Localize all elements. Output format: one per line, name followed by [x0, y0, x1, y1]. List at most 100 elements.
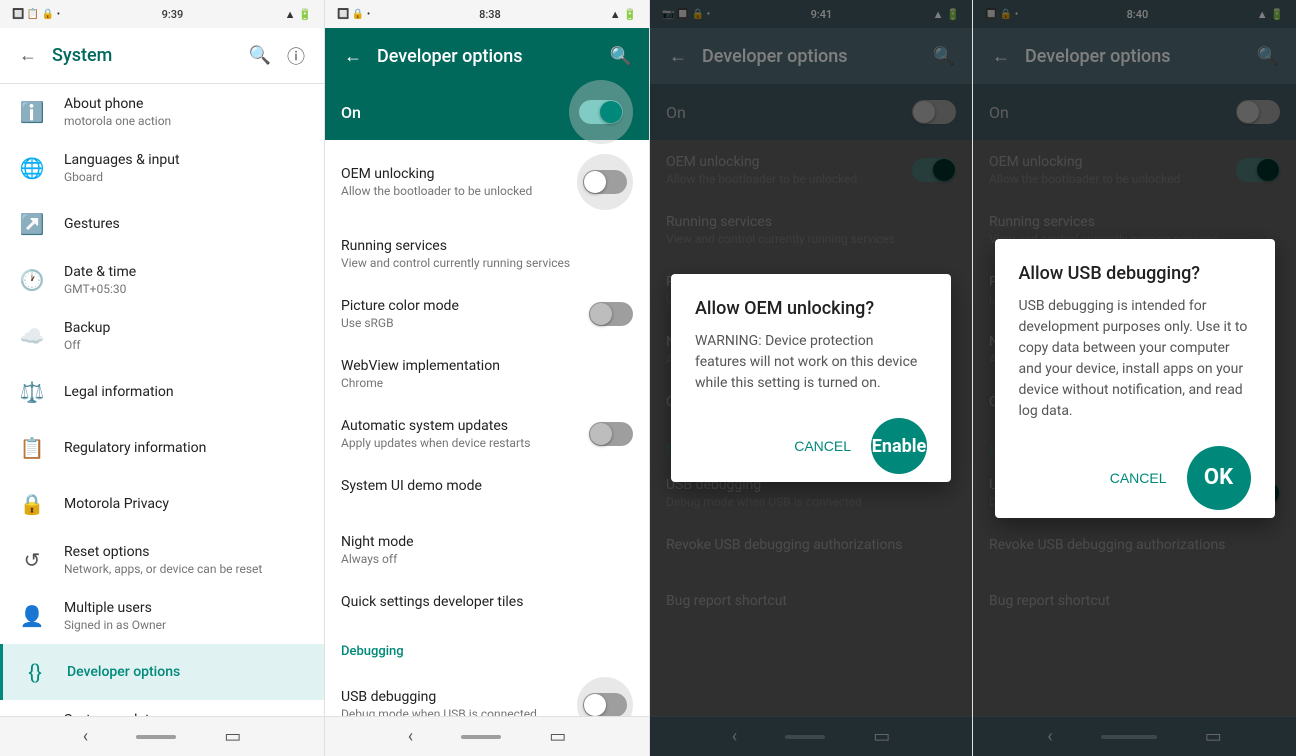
dialog-oem-body: WARNING: Device protection features will… [695, 331, 927, 394]
updates-title: System updates [64, 712, 308, 716]
oem-toggle-thumb [584, 171, 606, 193]
oem-toggle-highlight [577, 154, 633, 210]
legal-icon: ⚖️ [16, 376, 48, 408]
page-title-dev: Developer options [377, 46, 597, 67]
dialog-oem: Allow OEM unlocking? WARNING: Device pro… [671, 274, 951, 482]
night-mode-subtitle: Always off [341, 552, 633, 566]
list-item-backup[interactable]: ☁️ Backup Off [0, 308, 324, 364]
ui-demo-title: System UI demo mode [341, 478, 633, 494]
backup-icon: ☁️ [16, 320, 48, 352]
list-item-legal[interactable]: ⚖️ Legal information [0, 364, 324, 420]
dialog-overlay-oem: Allow OEM unlocking? WARNING: Device pro… [650, 0, 972, 756]
dialog-oem-confirm-label: Enable [872, 436, 926, 457]
dialog-oem-cancel[interactable]: Cancel [782, 418, 863, 474]
developer-icon: {} [19, 656, 51, 688]
nav-back-2[interactable]: ‹ [408, 726, 413, 747]
dev-night-mode[interactable]: Night mode Always off [325, 520, 649, 580]
usb-debug-subtitle: Debug mode when USB is connected [341, 707, 537, 716]
dev-running-services[interactable]: Running services View and control curren… [325, 224, 649, 284]
privacy-icon: 🔒 [16, 488, 48, 520]
list-item-users[interactable]: 👤 Multiple users Signed in as Owner [0, 588, 324, 644]
nav-home-1[interactable] [136, 735, 176, 739]
oem-toggle[interactable] [583, 170, 627, 194]
usb-toggle-container[interactable] [577, 677, 633, 716]
languages-subtitle: Gboard [64, 170, 308, 184]
nav-back-1[interactable]: ‹ [83, 726, 88, 747]
list-item-developer[interactable]: {} Developer options [0, 644, 324, 700]
dialog-usb: Allow USB debugging? USB debugging is in… [995, 239, 1275, 518]
languages-title: Languages & input [64, 152, 308, 168]
backup-title: Backup [64, 320, 308, 336]
topbar-dev-base: ← Developer options 🔍 [325, 28, 649, 84]
dialog-oem-actions: Cancel Enable [695, 410, 927, 474]
running-subtitle: View and control currently running servi… [341, 256, 633, 270]
users-title: Multiple users [64, 600, 308, 616]
picture-toggle[interactable] [589, 302, 633, 326]
search-icon-system[interactable]: 🔍 [248, 44, 272, 68]
auto-updates-toggle[interactable] [589, 422, 633, 446]
dev-usb-debug[interactable]: USB debugging Debug mode when USB is con… [325, 663, 649, 716]
developer-title: Developer options [67, 664, 308, 680]
list-item-reset[interactable]: ↺ Reset options Network, apps, or device… [0, 532, 324, 588]
gestures-title: Gestures [64, 216, 308, 232]
dev-list-base: OEM unlocking Allow the bootloader to be… [325, 140, 649, 716]
list-item-datetime[interactable]: 🕐 Date & time GMT+05:30 [0, 252, 324, 308]
list-item-regulatory[interactable]: 📋 Regulatory information [0, 420, 324, 476]
panel-developer-oem-dialog: 📷 🔲 🔒 • 9:41 ▲ 🔋 ← Developer options 🔍 O… [650, 0, 973, 756]
oem-toggle-container[interactable] [577, 154, 633, 210]
on-toggle-base[interactable] [579, 100, 623, 124]
panel-developer-base: 🔲 🔒 • 8:38 ▲ 🔋 ← Developer options 🔍 On … [325, 0, 650, 756]
dialog-usb-confirm[interactable]: OK [1187, 446, 1251, 510]
status-right-2: ▲ 🔋 [610, 8, 637, 21]
dev-auto-updates[interactable]: Automatic system updates Apply updates w… [325, 404, 649, 464]
updates-icon: 📱 [16, 712, 48, 716]
dialog-usb-body: USB debugging is intended for developmen… [1019, 296, 1251, 422]
on-toggle-container-base[interactable] [569, 80, 633, 144]
dev-oem-unlock[interactable]: OEM unlocking Allow the bootloader to be… [325, 140, 649, 224]
back-icon-system[interactable]: ← [16, 44, 40, 68]
auto-updates-subtitle: Apply updates when device restarts [341, 436, 530, 450]
list-item-privacy[interactable]: 🔒 Motorola Privacy [0, 476, 324, 532]
back-icon-dev[interactable]: ← [341, 44, 365, 68]
help-icon-system[interactable]: ⓘ [284, 44, 308, 68]
dialog-overlay-usb: Allow USB debugging? USB debugging is in… [973, 0, 1296, 756]
toggle-highlight-base [569, 80, 633, 144]
on-label-base: On [341, 103, 361, 122]
status-bar-1: 🔲 📋 🔒 • 9:39 ▲ 🔋 [0, 0, 324, 28]
nav-bar-2: ‹ ▭ [325, 716, 649, 756]
auto-updates-title: Automatic system updates [341, 418, 530, 434]
nav-recent-2[interactable]: ▭ [549, 726, 566, 747]
search-icon-dev[interactable]: 🔍 [609, 44, 633, 68]
picture-subtitle: Use sRGB [341, 316, 459, 330]
gestures-icon: ↗️ [16, 208, 48, 240]
on-toggle-thumb-base [600, 101, 622, 123]
oem-title: OEM unlocking [341, 166, 532, 182]
panel-system: 🔲 📋 🔒 • 9:39 ▲ 🔋 ← System 🔍 ⓘ ℹ️ About p… [0, 0, 325, 756]
dev-ui-demo[interactable]: System UI demo mode [325, 464, 649, 520]
list-item-gestures[interactable]: ↗️ Gestures [0, 196, 324, 252]
dialog-usb-cancel[interactable]: Cancel [1098, 446, 1179, 510]
list-item-languages[interactable]: 🌐 Languages & input Gboard [0, 140, 324, 196]
dialog-usb-title: Allow USB debugging? [1019, 263, 1251, 284]
languages-icon: 🌐 [16, 152, 48, 184]
panel-developer-usb-dialog: 🔲 🔒 • 8:40 ▲ 🔋 ← Developer options 🔍 On … [973, 0, 1296, 756]
list-item-updates[interactable]: 📱 System updates Updated to Android 9 [0, 700, 324, 716]
reset-icon: ↺ [16, 544, 48, 576]
dialog-usb-confirm-label: OK [1204, 465, 1233, 490]
dev-quick-settings[interactable]: Quick settings developer tiles [325, 580, 649, 636]
list-item-about[interactable]: ℹ️ About phone motorola one action [0, 84, 324, 140]
dialog-oem-confirm[interactable]: Enable [871, 418, 927, 474]
dev-webview[interactable]: WebView implementation Chrome [325, 344, 649, 404]
on-row-base[interactable]: On [325, 84, 649, 140]
nav-recent-1[interactable]: ▭ [224, 726, 241, 747]
about-icon: ℹ️ [16, 96, 48, 128]
auto-updates-thumb [590, 423, 612, 445]
usb-toggle[interactable] [583, 693, 627, 716]
dev-picture-color[interactable]: Picture color mode Use sRGB [325, 284, 649, 344]
nav-home-2[interactable] [461, 735, 501, 739]
picture-title: Picture color mode [341, 298, 459, 314]
oem-subtitle: Allow the bootloader to be unlocked [341, 184, 532, 198]
users-subtitle: Signed in as Owner [64, 618, 308, 632]
status-right-1: ▲ 🔋 [285, 8, 312, 21]
webview-subtitle: Chrome [341, 376, 633, 390]
